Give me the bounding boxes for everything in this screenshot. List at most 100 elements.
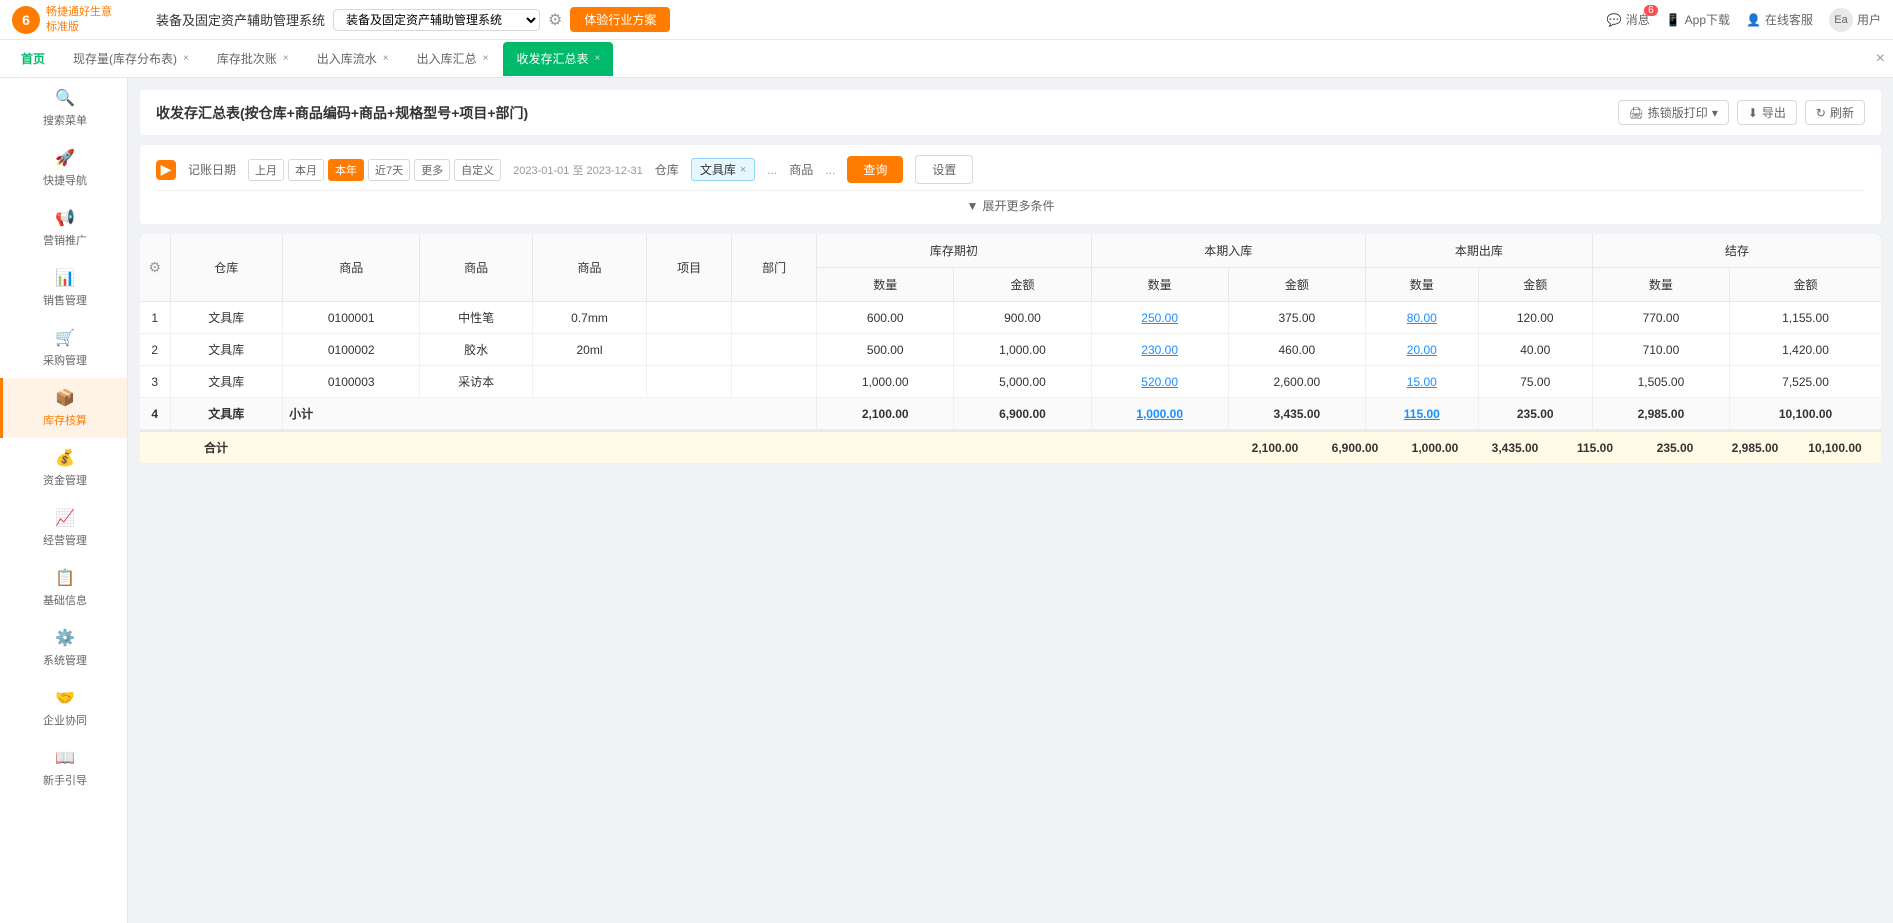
- tab-inout-flow-close[interactable]: ×: [383, 53, 389, 64]
- cell-out-qty-1[interactable]: 80.00: [1365, 302, 1478, 334]
- print-btn[interactable]: 🖨 拣锁版打印 ▾: [1618, 100, 1729, 125]
- out-qty-link-3[interactable]: 15.00: [1407, 375, 1437, 389]
- date-btn-7days[interactable]: 近7天: [368, 159, 410, 181]
- message-btn[interactable]: 💬 消息 6: [1607, 11, 1650, 28]
- in-qty-link-1[interactable]: 250.00: [1141, 311, 1178, 325]
- out-qty-link-2[interactable]: 20.00: [1407, 343, 1437, 357]
- user-btn[interactable]: Ea 用户: [1829, 8, 1881, 32]
- sidebar-item-finance[interactable]: 💰 资金管理: [0, 438, 127, 498]
- cell-project-3: [647, 366, 732, 398]
- settings-btn[interactable]: 设置: [915, 155, 973, 184]
- tab-batch-account[interactable]: 库存批次账 ×: [204, 42, 302, 76]
- filter-row-1: ▶ 记账日期 上月 本月 本年 近7天 更多 自定义 2023-01-01 至 …: [156, 155, 1865, 184]
- data-table: ⚙ 仓库 商品 商品 商品 项目 部门 库存期初 本期入库 本期出库 结存: [140, 234, 1881, 430]
- th-in: 本期入库: [1091, 234, 1365, 268]
- subtotal-in-qty[interactable]: 1,000.00: [1091, 398, 1228, 430]
- settings-icon[interactable]: ⚙: [548, 10, 562, 30]
- out-qty-link-1[interactable]: 80.00: [1407, 311, 1437, 325]
- tab-inout-summary-close[interactable]: ×: [483, 53, 489, 64]
- sidebar-item-marketing[interactable]: 📢 营销推广: [0, 198, 127, 258]
- sales-icon: 📊: [55, 268, 75, 288]
- tab-existing-stock-close[interactable]: ×: [183, 53, 189, 64]
- tab-inout-flow[interactable]: 出入库流水 ×: [304, 42, 402, 76]
- warehouse-more[interactable]: ...: [767, 163, 777, 177]
- cell-opening-amt-3: 5,000.00: [954, 366, 1091, 398]
- sidebar-item-newbie[interactable]: 📖 新手引导: [0, 738, 127, 798]
- footer-out-qty: 115.00: [1555, 441, 1635, 455]
- th-closing-qty: 数量: [1592, 268, 1729, 302]
- subtotal-in-amt: 3,435.00: [1228, 398, 1365, 430]
- sidebar-item-quicknav-label: 快捷导航: [43, 172, 87, 188]
- sidebar-item-operations[interactable]: 📈 经营管理: [0, 498, 127, 558]
- gear-icon[interactable]: ⚙: [148, 259, 161, 275]
- main-layout: 🔍 搜索菜单 🚀 快捷导航 📢 营销推广 📊 销售管理 🛒 采购管理 📦 库存核…: [0, 78, 1893, 923]
- subtotal-out-qty-link[interactable]: 115.00: [1404, 407, 1440, 421]
- header-left: 6 畅捷通好生意 标准版 装备及固定资产辅助管理系统 装备及固定资产辅助管理系统…: [12, 5, 670, 34]
- expand-btn[interactable]: ▼ 展开更多条件: [967, 197, 1055, 214]
- warehouse-tag-close[interactable]: ×: [740, 164, 746, 176]
- app-download-btn[interactable]: 📱 App下载: [1666, 11, 1730, 28]
- logo-text: 畅捷通好生意 标准版: [46, 5, 112, 34]
- goods-label: 商品: [789, 161, 813, 178]
- tab-receive-summary-close[interactable]: ×: [594, 53, 600, 64]
- tab-home[interactable]: 首页: [8, 42, 58, 76]
- tab-existing-stock[interactable]: 现存量(库存分布表) ×: [60, 42, 202, 76]
- in-qty-link-2[interactable]: 230.00: [1141, 343, 1178, 357]
- th-out-qty: 数量: [1365, 268, 1478, 302]
- newbie-icon: 📖: [55, 748, 75, 768]
- sidebar-item-inventory-label: 库存核算: [43, 412, 87, 428]
- refresh-icon: ↻: [1816, 106, 1826, 120]
- tab-receive-summary[interactable]: 收发存汇总表 ×: [503, 42, 613, 76]
- enterprise-icon: 🤝: [55, 688, 75, 708]
- date-btn-more[interactable]: 更多: [414, 159, 450, 181]
- cell-out-qty-3[interactable]: 15.00: [1365, 366, 1478, 398]
- sidebar-item-sales[interactable]: 📊 销售管理: [0, 258, 127, 318]
- online-service-btn[interactable]: 👤 在线客服: [1746, 11, 1813, 28]
- cell-spec-2: 20ml: [532, 334, 646, 366]
- date-btn-this-month[interactable]: 本月: [288, 159, 324, 181]
- date-btn-this-year[interactable]: 本年: [328, 159, 364, 181]
- cell-code-1: 0100001: [283, 302, 420, 334]
- operations-icon: 📈: [55, 508, 75, 528]
- cell-warehouse-3: 文具库: [170, 366, 283, 398]
- sidebar-item-enterprise[interactable]: 🤝 企业协同: [0, 678, 127, 738]
- cell-project-1: [647, 302, 732, 334]
- warehouse-tag-value: 文具库: [700, 161, 736, 178]
- filter-toggle-btn[interactable]: ▶: [156, 160, 176, 180]
- cell-in-qty-2[interactable]: 230.00: [1091, 334, 1228, 366]
- sidebar-item-purchase[interactable]: 🛒 采购管理: [0, 318, 127, 378]
- sidebar-item-inventory[interactable]: 📦 库存核算: [0, 378, 127, 438]
- rocket-icon: 🚀: [55, 148, 75, 168]
- tab-bar: 首页 现存量(库存分布表) × 库存批次账 × 出入库流水 × 出入库汇总 × …: [0, 40, 1893, 78]
- tab-bar-close[interactable]: ×: [1876, 50, 1885, 68]
- goods-more[interactable]: ...: [825, 163, 835, 177]
- footer-out-amt: 235.00: [1635, 441, 1715, 455]
- refresh-btn[interactable]: ↻ 刷新: [1805, 100, 1865, 125]
- system-select[interactable]: 装备及固定资产辅助管理系统: [333, 9, 540, 31]
- query-btn[interactable]: 查询: [847, 156, 903, 183]
- inventory-icon: 📦: [55, 388, 75, 408]
- in-qty-link-3[interactable]: 520.00: [1141, 375, 1178, 389]
- cell-out-qty-2[interactable]: 20.00: [1365, 334, 1478, 366]
- tab-inout-summary[interactable]: 出入库汇总 ×: [404, 42, 502, 76]
- sidebar-item-basic-info[interactable]: 📋 基础信息: [0, 558, 127, 618]
- date-btn-last-month[interactable]: 上月: [248, 159, 284, 181]
- expand-row: ▼ 展开更多条件: [156, 197, 1865, 214]
- cell-in-qty-3[interactable]: 520.00: [1091, 366, 1228, 398]
- th-project: 项目: [647, 234, 732, 302]
- sidebar-item-system[interactable]: ⚙️ 系统管理: [0, 618, 127, 678]
- cell-in-qty-1[interactable]: 250.00: [1091, 302, 1228, 334]
- sidebar-item-search[interactable]: 🔍 搜索菜单: [0, 78, 127, 138]
- footer-closing-qty: 2,985.00: [1715, 441, 1795, 455]
- sidebar-item-quicknav[interactable]: 🚀 快捷导航: [0, 138, 127, 198]
- try-btn[interactable]: 体验行业方案: [570, 7, 670, 32]
- cell-name-3: 采访本: [420, 366, 533, 398]
- sidebar-item-enterprise-label: 企业协同: [43, 712, 87, 728]
- cell-dept-3: [732, 366, 817, 398]
- tab-batch-account-close[interactable]: ×: [283, 53, 289, 64]
- subtotal-in-qty-link[interactable]: 1,000.00: [1136, 407, 1183, 421]
- tab-batch-account-label: 库存批次账: [217, 50, 277, 67]
- subtotal-out-qty[interactable]: 115.00: [1365, 398, 1478, 430]
- date-btn-custom[interactable]: 自定义: [454, 159, 501, 181]
- export-btn[interactable]: ⬇ 导出: [1737, 100, 1797, 125]
